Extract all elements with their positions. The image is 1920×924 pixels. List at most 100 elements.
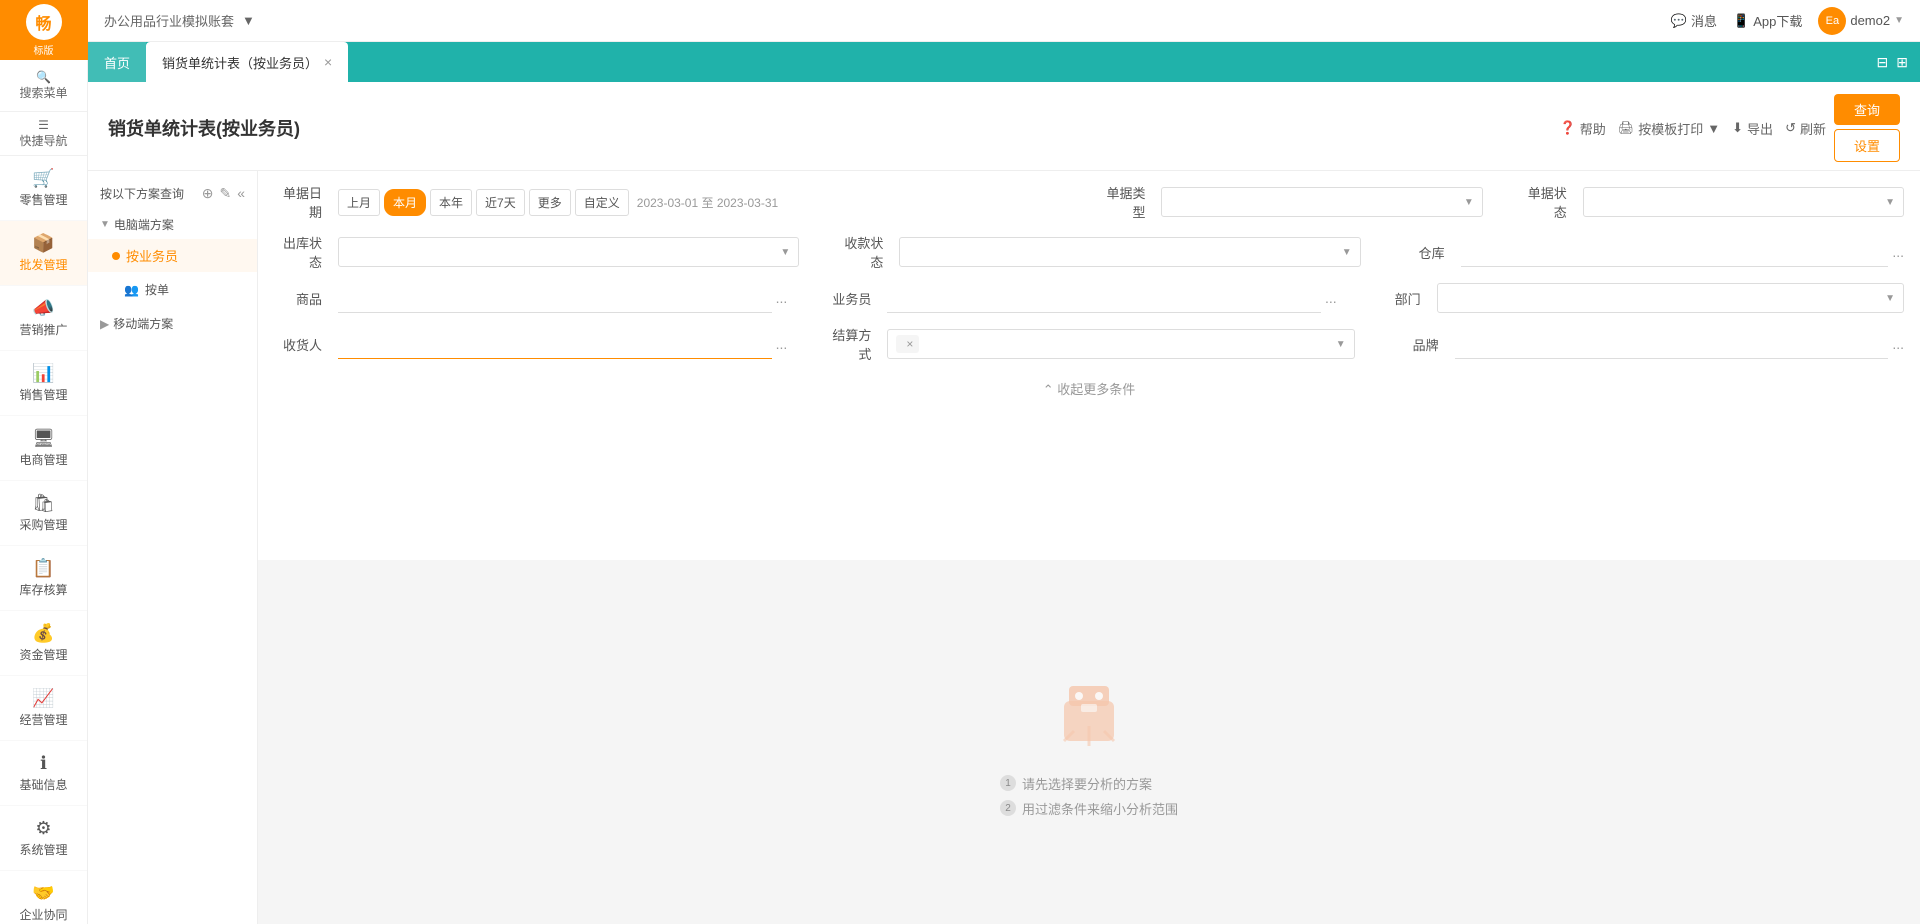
- system-icon: ⚙: [0, 818, 87, 839]
- tab-maximize-icon[interactable]: ⊞: [1896, 54, 1908, 71]
- body-layout: 按以下方案查询 ⊕ ✎ « ▼ 电脑端方案 按业务员: [88, 171, 1920, 924]
- collapse-bar[interactable]: ⌃ 收起更多条件: [274, 375, 1904, 402]
- payment-method-tag-close[interactable]: ×: [906, 337, 913, 351]
- help-button[interactable]: ❓ 帮助: [1560, 119, 1606, 138]
- sidebar-menu: 🛒 零售管理 📦 批发管理 📣 营销推广 📊 销售管理 🖥 电商管理 🛍 采购管…: [0, 156, 87, 924]
- payment-status-select[interactable]: ▼: [899, 237, 1360, 267]
- last-month-btn[interactable]: 上月: [338, 189, 380, 216]
- app-download-button[interactable]: 📱 App下载: [1733, 11, 1802, 30]
- sidebar-item-system[interactable]: ⚙ 系统管理: [0, 806, 87, 871]
- tab-home[interactable]: 首页: [88, 42, 146, 82]
- warehouse-dots[interactable]: ...: [1892, 244, 1904, 260]
- sidebar-item-retail[interactable]: 🛒 零售管理: [0, 156, 87, 221]
- page-header: 销货单统计表(按业务员) ❓ 帮助 🖨 按模板打印 ▼ ⬇ 导出: [88, 82, 1920, 171]
- department-label: 部门: [1373, 289, 1429, 308]
- sidebar-item-label: 批发管理: [19, 258, 67, 272]
- sidebar-item-inventory[interactable]: 📋 库存核算: [0, 546, 87, 611]
- user-profile[interactable]: Ea demo2 ▼: [1818, 7, 1904, 35]
- mobile-group[interactable]: ▶ 移动端方案: [88, 309, 257, 338]
- print-dropdown-icon[interactable]: ▼: [1707, 121, 1720, 136]
- sidebar-item-marketing[interactable]: 📣 营销推广: [0, 286, 87, 351]
- sidebar-item-sales[interactable]: 📊 销售管理: [0, 351, 87, 416]
- collapse-icon: ⌃: [1043, 382, 1054, 397]
- collapse-panel-icon[interactable]: «: [237, 185, 245, 202]
- refresh-icon: ↺: [1785, 120, 1796, 136]
- refresh-button[interactable]: ↺ 刷新: [1785, 119, 1826, 138]
- out-status-select[interactable]: ▼: [338, 237, 799, 267]
- out-status-arrow: ▼: [780, 247, 790, 258]
- collapse-label: 收起更多条件: [1057, 382, 1135, 397]
- finance-icon: 💰: [0, 623, 87, 644]
- page-title: 销货单统计表(按业务员): [108, 115, 300, 141]
- nav-icon: ☰: [38, 118, 49, 132]
- desktop-group-label: 电脑端方案: [114, 216, 174, 233]
- more-btn[interactable]: 更多: [529, 189, 571, 216]
- product-input[interactable]: [338, 283, 772, 313]
- this-month-btn[interactable]: 本月: [384, 189, 426, 216]
- hint-text-2: 用过滤条件来缩小分析范围: [1022, 799, 1178, 818]
- brand-dots[interactable]: ...: [1892, 336, 1904, 352]
- receiver-input[interactable]: [338, 329, 772, 359]
- sidebar-quick-nav[interactable]: ☰ 快捷导航: [0, 112, 87, 156]
- main-area: 办公用品行业模拟账套 ▼ 💬 消息 📱 App下载 Ea demo2 ▼ 首页 …: [88, 0, 1920, 924]
- sidebar-item-collaboration[interactable]: 🤝 企业协同: [0, 871, 87, 924]
- desktop-group-header[interactable]: ▼ 电脑端方案: [88, 210, 257, 239]
- salesperson-input[interactable]: [887, 283, 1321, 313]
- help-label: 帮助: [1580, 119, 1606, 138]
- breadcrumb-arrow-icon[interactable]: ▼: [242, 13, 255, 28]
- hint-num-2: 2: [1000, 800, 1016, 816]
- tab-close-icon[interactable]: ×: [324, 54, 332, 70]
- custom-btn[interactable]: 自定义: [575, 189, 629, 216]
- print-button[interactable]: 🖨 按模板打印 ▼: [1618, 119, 1720, 138]
- sidebar-item-wholesale[interactable]: 📦 批发管理: [0, 221, 87, 286]
- department-select[interactable]: ▼: [1437, 283, 1904, 313]
- setting-button[interactable]: 设置: [1834, 129, 1900, 162]
- collab-icon: 🤝: [0, 883, 87, 904]
- content-area: 销货单统计表(按业务员) ❓ 帮助 🖨 按模板打印 ▼ ⬇ 导出: [88, 82, 1920, 924]
- doc-status-select[interactable]: ▼: [1583, 187, 1904, 217]
- tab-minimize-icon[interactable]: ⊟: [1877, 54, 1889, 71]
- last7-btn[interactable]: 近7天: [476, 189, 525, 216]
- app-download-label: App下载: [1753, 11, 1802, 30]
- left-panel: 按以下方案查询 ⊕ ✎ « ▼ 电脑端方案 按业务员: [88, 171, 258, 924]
- brand-input[interactable]: [1455, 329, 1889, 359]
- scheme-salesperson[interactable]: 按业务员: [88, 239, 257, 272]
- doc-type-select[interactable]: ▼: [1161, 187, 1482, 217]
- warehouse-label: 仓库: [1397, 243, 1453, 262]
- salesperson-input-area: ...: [887, 283, 1336, 313]
- query-button[interactable]: 查询: [1834, 94, 1900, 125]
- payment-method-select[interactable]: × ▼: [887, 329, 1354, 359]
- tab-salesperson-stats[interactable]: 销货单统计表（按业务员） ×: [146, 42, 348, 82]
- sidebar-item-finance[interactable]: 💰 资金管理: [0, 611, 87, 676]
- this-year-btn[interactable]: 本年: [430, 189, 472, 216]
- sidebar-search[interactable]: 🔍 搜索菜单: [0, 60, 87, 112]
- sidebar-item-purchase[interactable]: 🛍 采购管理: [0, 481, 87, 546]
- message-icon: 💬: [1671, 13, 1687, 29]
- scheme-salesperson-label: 按业务员: [126, 246, 178, 265]
- product-label: 商品: [274, 289, 330, 308]
- scheme-by-doc-label: 按单: [145, 281, 169, 298]
- sidebar-item-label: 经营管理: [19, 713, 67, 727]
- hint-text-1: 请先选择要分析的方案: [1022, 774, 1152, 793]
- sidebar-item-label: 营销推广: [19, 323, 67, 337]
- logo[interactable]: 畅 标版: [0, 0, 88, 60]
- warehouse-input[interactable]: [1461, 237, 1889, 267]
- receiver-dots[interactable]: ...: [776, 336, 788, 352]
- salesperson-label: 业务员: [823, 289, 879, 308]
- product-dots[interactable]: ...: [776, 290, 788, 306]
- breadcrumb-text: 办公用品行业模拟账套: [104, 11, 234, 30]
- sidebar-item-label: 销售管理: [19, 388, 67, 402]
- message-button[interactable]: 💬 消息: [1671, 11, 1717, 30]
- sidebar-item-basic[interactable]: ℹ 基础信息: [0, 741, 87, 806]
- user-name: demo2: [1850, 13, 1890, 28]
- tab-bar-actions: ⊟ ⊞: [1877, 54, 1920, 71]
- export-button[interactable]: ⬇ 导出: [1732, 119, 1773, 138]
- sidebar-item-operation[interactable]: 📈 经营管理: [0, 676, 87, 741]
- scheme-by-doc[interactable]: 👥 按单: [96, 274, 257, 305]
- add-scheme-icon[interactable]: ⊕: [202, 185, 214, 202]
- export-label: 导出: [1747, 119, 1773, 138]
- edit-scheme-icon[interactable]: ✎: [219, 185, 231, 202]
- sidebar-item-ecommerce[interactable]: 🖥 电商管理: [0, 416, 87, 481]
- salesperson-dots[interactable]: ...: [1325, 290, 1337, 306]
- payment-method-arrow: ▼: [1336, 339, 1346, 350]
